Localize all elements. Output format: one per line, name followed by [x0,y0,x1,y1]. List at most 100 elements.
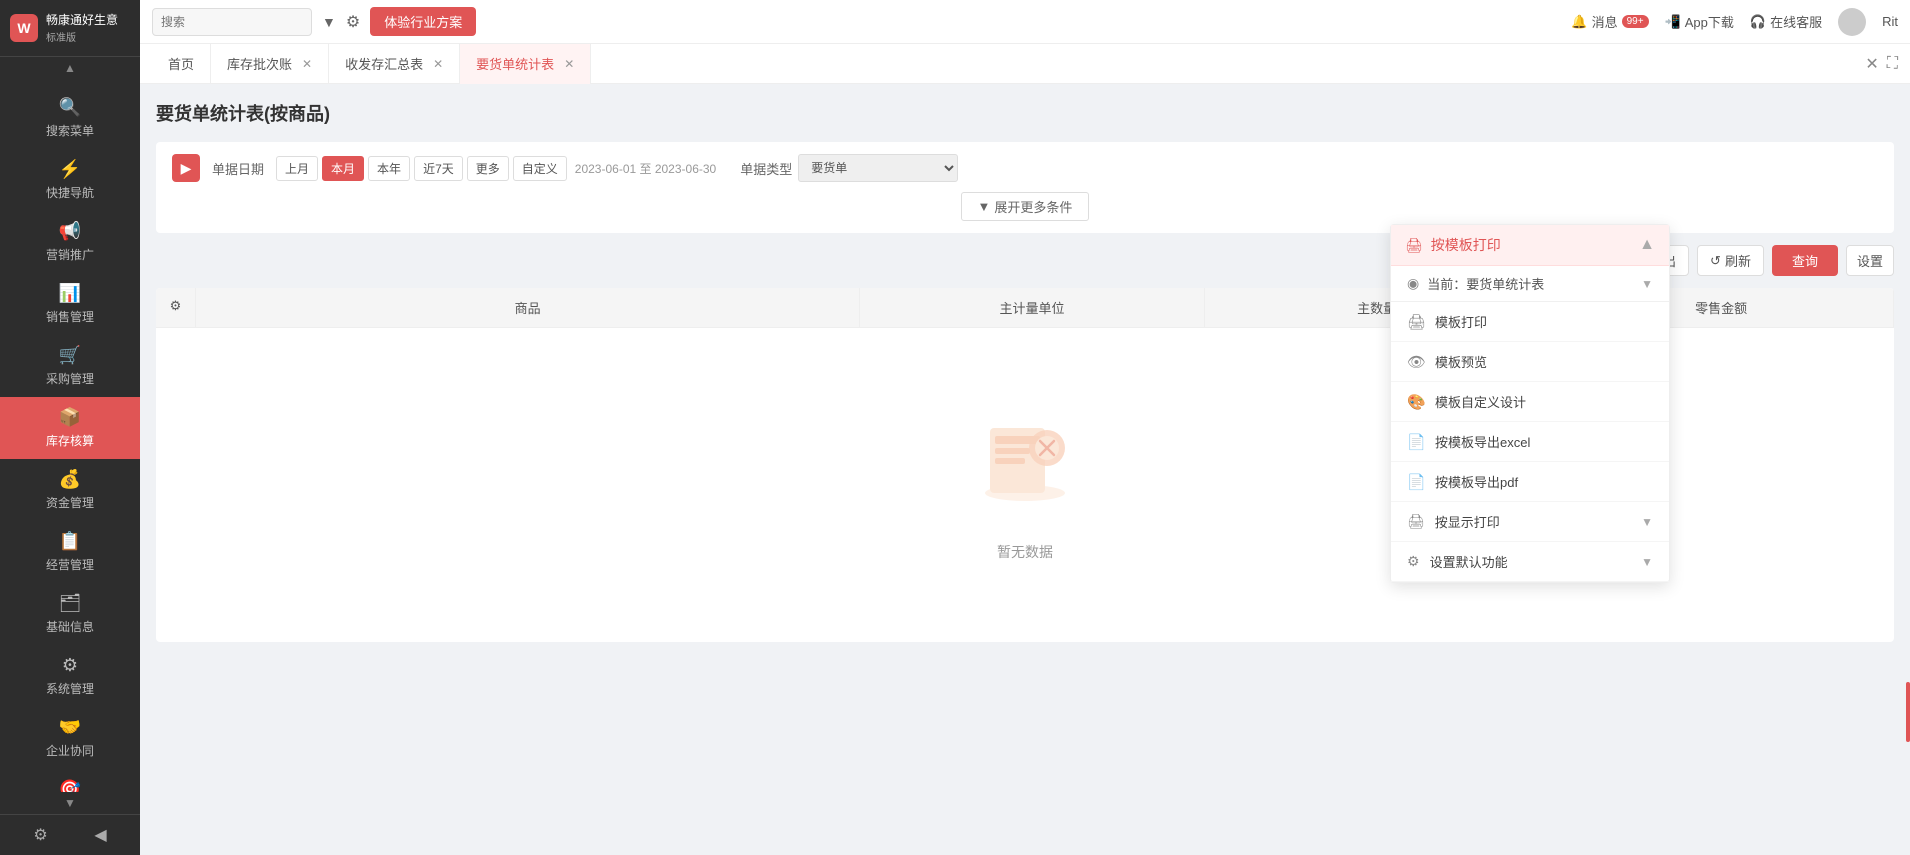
tab-close-active-icon[interactable]: ✕ [564,57,574,71]
scrollbar-track[interactable] [1904,284,1910,855]
current-icon: ◉ [1407,275,1419,292]
dropdown-item-template-preview[interactable]: 👁 模板预览 [1391,342,1669,382]
dropdown-close-icon[interactable]: ▲ [1639,236,1655,254]
date-label: 单据日期 [212,159,264,178]
main-content: ▼ ⚙ 体验行业方案 🔔 消息 99+ 📲 App下载 🎧 在线客服 Rit 首… [140,0,1910,855]
app-name: 畅康通好生意 [46,12,118,29]
sidebar-item-basic[interactable]: 🗂 基础信息 [0,583,140,645]
page-title: 要货单统计表(按商品) [156,100,1894,126]
topbar-dropdown-icon[interactable]: ▼ [322,14,336,30]
sidebar-scroll-down[interactable]: ▼ [0,792,140,814]
sidebar-collapse-icon[interactable]: ◀ [94,825,106,845]
period-this-year[interactable]: 本年 [368,156,410,181]
dropdown-item-label: 按模板导出excel [1435,432,1530,451]
dropdown-item-template-print[interactable]: 🖨 模板打印 [1391,302,1669,342]
sidebar-item-label: 库存核算 [46,432,94,449]
tab-order-stats[interactable]: 要货单统计表 ✕ [460,44,591,84]
default-settings-left: ⚙ 设置默认功能 [1407,552,1508,571]
dropdown-item-label: 模板打印 [1435,312,1487,331]
sidebar-item-label: 销售管理 [46,308,94,325]
sidebar-item-search[interactable]: 🔍 搜索菜单 [0,87,140,149]
sidebar-item-operation[interactable]: 📋 经营管理 [0,521,140,583]
topbar-settings-icon[interactable]: ⚙ [346,12,360,32]
tabs-right-controls: ✕ ⛶ [1865,54,1898,74]
type-select[interactable]: 要货单 [798,154,958,182]
sidebar-item-inventory[interactable]: 📦 库存核算 [0,397,140,459]
th-settings[interactable]: ⚙ [156,288,196,327]
scroll-thumb[interactable] [1906,682,1910,742]
enterprise-icon: 🤝 [59,717,81,738]
sidebar-footer: ⚙ ◀ [0,814,140,855]
dropdown-item-export-pdf[interactable]: 📄 按模板导出pdf [1391,462,1669,502]
tab-close-icon[interactable]: ✕ [433,57,443,71]
sidebar-item-label: 资金管理 [46,494,94,511]
period-custom[interactable]: 自定义 [513,156,567,181]
period-this-month[interactable]: 本月 [322,156,364,181]
topbar-right: 🔔 消息 99+ 📲 App下载 🎧 在线客服 Rit [1571,8,1898,36]
online-service-button[interactable]: 🎧 在线客服 [1750,12,1822,31]
sidebar-item-purchase[interactable]: 🛒 采购管理 [0,335,140,397]
sidebar-item-label: 快捷导航 [46,184,94,201]
tab-label: 收发存汇总表 [345,54,423,73]
app-download-button[interactable]: 📲 App下载 [1665,12,1734,31]
query-button[interactable]: 查询 [1772,245,1838,276]
sidebar-item-newguide[interactable]: 🎯 新手引导 [0,769,140,792]
refresh-button[interactable]: ↺ 刷新 [1697,245,1764,276]
app-label: App下载 [1685,12,1734,31]
filter-more-row: ▼ 展开更多条件 [172,192,1878,221]
sidebar-item-sales[interactable]: 📊 销售管理 [0,273,140,335]
sidebar-item-marketing[interactable]: 📢 营销推广 [0,211,140,273]
window-close-icon[interactable]: ✕ [1865,54,1878,74]
current-template-text: 当前：要货单统计表 [1427,274,1633,293]
dropdown-default-settings[interactable]: ⚙ 设置默认功能 ▼ [1391,542,1669,582]
expand-icon: ▼ [978,199,991,214]
display-print-left: 🖨 按显示打印 [1407,512,1500,531]
sidebar-item-label: 企业协同 [46,742,94,759]
empty-text: 暂无数据 [997,542,1053,562]
sidebar-settings-icon[interactable]: ⚙ [33,825,47,845]
sidebar-scroll-up[interactable]: ▲ [0,57,140,79]
column-settings-button[interactable]: 设置 [1846,245,1894,276]
sidebar-nav: 🔍 搜索菜单 ⚡ 快捷导航 📢 营销推广 📊 销售管理 🛒 采购管理 📦 库存核… [0,79,140,792]
purchase-icon: 🛒 [59,345,81,366]
dropdown-item-template-design[interactable]: 🎨 模板自定义设计 [1391,382,1669,422]
tab-close-icon[interactable]: ✕ [302,57,312,71]
period-last-month[interactable]: 上月 [276,156,318,181]
experience-button[interactable]: 体验行业方案 [370,7,476,36]
filter-expand-button[interactable]: ▶ [172,154,200,182]
service-label: 在线客服 [1770,12,1822,31]
filter-bar: ▶ 单据日期 上月 本月 本年 近7天 更多 自定义 2023-06-01 至 … [156,142,1894,233]
shortcut-icon: ⚡ [59,159,81,180]
basic-icon: 🗂 [59,593,82,614]
current-template-label: ◉ 当前：要货单统计表 ▼ [1391,266,1669,302]
tab-home[interactable]: 首页 [152,44,211,84]
default-settings-icon: ⚙ [1407,553,1420,570]
th-unit: 主计量单位 [860,288,1205,327]
sidebar-item-label: 经营管理 [46,556,94,573]
template-design-icon: 🎨 [1407,393,1425,411]
period-more[interactable]: 更多 [467,156,509,181]
system-icon: ⚙ [62,655,78,676]
window-maximize-icon[interactable]: ⛶ [1887,55,1898,73]
dropdown-display-print[interactable]: 🖨 按显示打印 ▼ [1391,502,1669,542]
period-7days[interactable]: 近7天 [414,156,463,181]
dropdown-item-export-excel[interactable]: 📄 按模板导出excel [1391,422,1669,462]
sidebar-item-enterprise[interactable]: 🤝 企业协同 [0,707,140,769]
search-input[interactable] [152,8,312,36]
export-excel-icon: 📄 [1407,433,1425,451]
filter-row: ▶ 单据日期 上月 本月 本年 近7天 更多 自定义 2023-06-01 至 … [172,154,1878,182]
tab-inventory-batch[interactable]: 库存批次账 ✕ [211,44,329,84]
sidebar-item-label: 采购管理 [46,370,94,387]
sidebar-item-system[interactable]: ⚙ 系统管理 [0,645,140,707]
notice-button[interactable]: 🔔 消息 99+ [1571,12,1648,31]
sidebar-item-shortcut[interactable]: ⚡ 快捷导航 [0,149,140,211]
app-version: 标准版 [46,29,118,44]
sidebar-item-finance[interactable]: 💰 资金管理 [0,459,140,521]
filter-type-select: 单据类型 要货单 [740,154,958,182]
expand-more-button[interactable]: ▼ 展开更多条件 [961,192,1090,221]
date-range-display: 2023-06-01 至 2023-06-30 [575,160,716,177]
tab-receipt-summary[interactable]: 收发存汇总表 ✕ [329,44,460,84]
tab-home-label: 首页 [168,54,194,73]
display-print-label: 按显示打印 [1435,512,1500,531]
user-avatar[interactable] [1838,8,1866,36]
